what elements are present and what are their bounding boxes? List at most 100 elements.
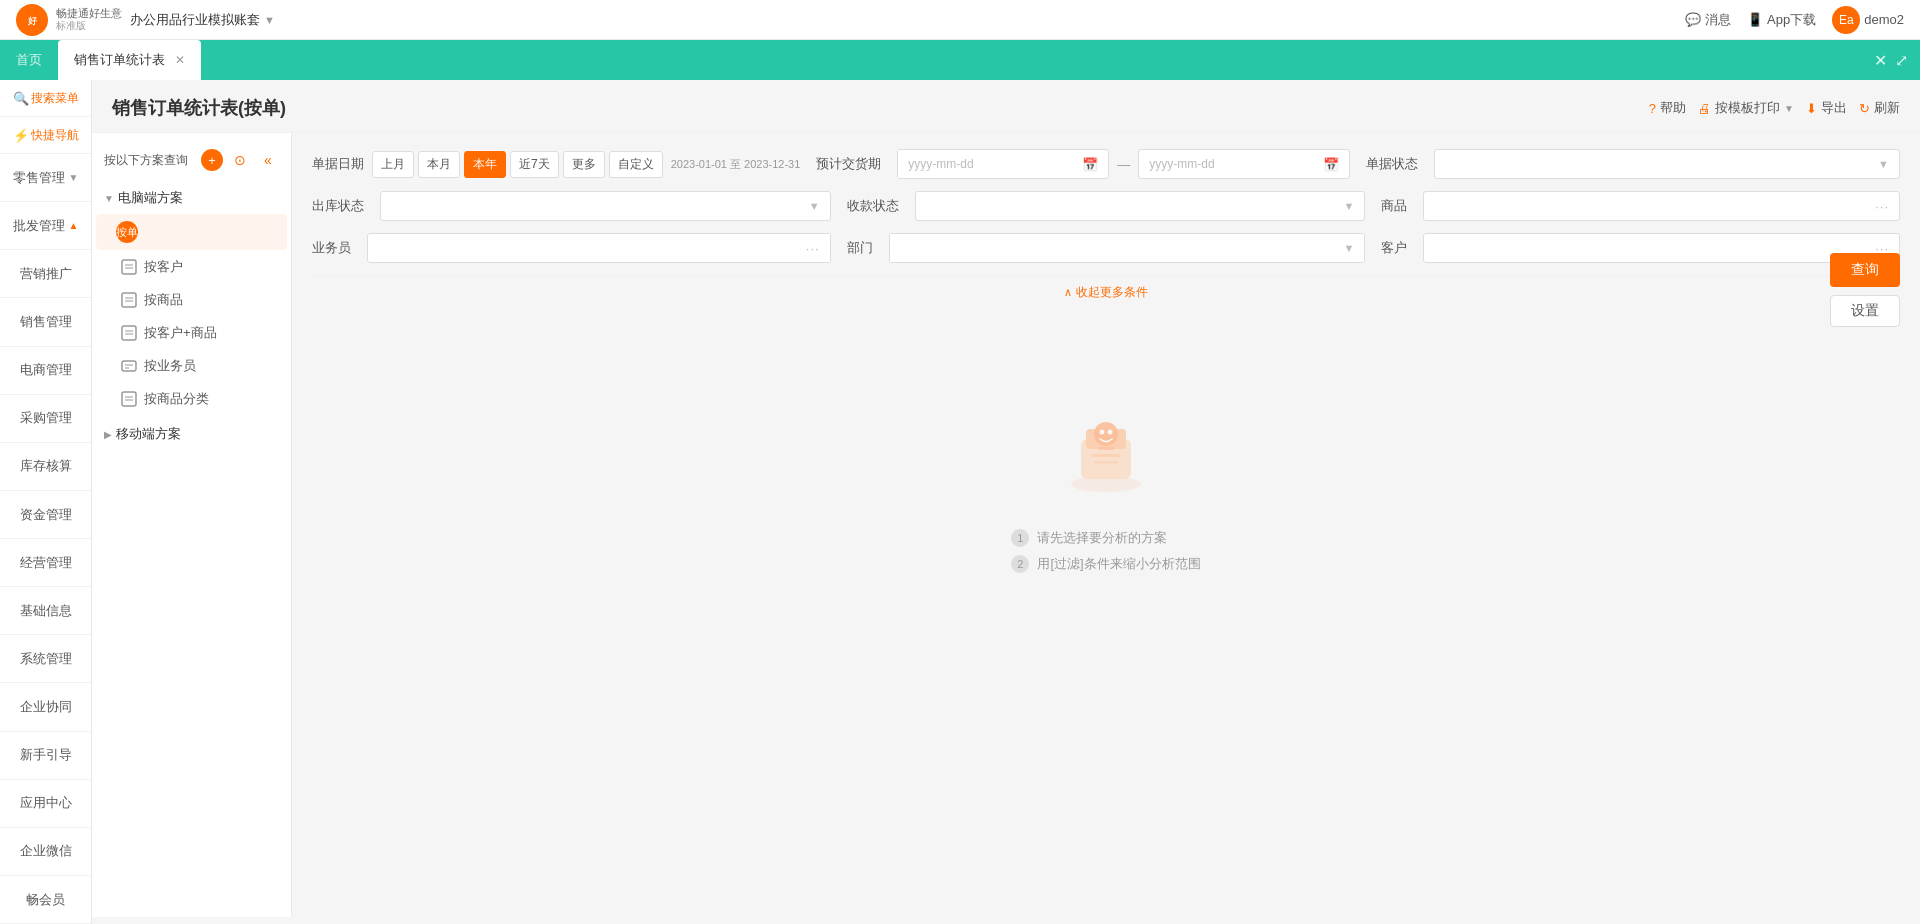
empty-tip-1: 1 请先选择要分析的方案 <box>1011 529 1200 547</box>
collapse-bar[interactable]: ∧ 收起更多条件 <box>312 275 1900 309</box>
empty-tips: 1 请先选择要分析的方案 2 用[过滤]条件来缩小分析范围 <box>1011 529 1200 573</box>
sidebar-item-app-center[interactable]: 应用中心 <box>0 780 91 828</box>
sidebar-item-enterprise-wechat[interactable]: 企业微信 <box>0 828 91 876</box>
receipt-status-label: 收款状态 <box>847 197 899 215</box>
sidebar-item-member[interactable]: 畅会员 <box>0 876 91 924</box>
salesperson-more-icon: ··· <box>806 241 820 256</box>
sidebar-item-operation[interactable]: 经营管理 <box>0 539 91 587</box>
page-header: 销售订单统计表(按单) ? 帮助 🖨 按模板打印 ▼ ⬇ 导出 ↻ 刷新 <box>92 80 1920 133</box>
solution-item-by-category[interactable]: 按商品分类 <box>96 383 287 415</box>
solution-item-by-goods[interactable]: 按商品 <box>96 284 287 316</box>
tab-minimize-icon[interactable]: ✕ <box>1874 51 1887 70</box>
more-btn[interactable]: 更多 <box>563 151 605 178</box>
svg-rect-2 <box>122 260 136 274</box>
sidebar-item-basic[interactable]: 基础信息 <box>0 587 91 635</box>
collapse-label: 收起更多条件 <box>1076 284 1148 301</box>
sidebar-nav[interactable]: ⚡ 快捷导航 <box>0 117 91 154</box>
sidebar-item-wholesale[interactable]: 批发管理 ▲ <box>0 202 91 250</box>
custom-btn[interactable]: 自定义 <box>609 151 663 178</box>
sidebar-item-marketing[interactable]: 营销推广 <box>0 250 91 298</box>
date-separator: — <box>1117 157 1130 172</box>
department-input[interactable]: ▼ <box>889 233 1366 263</box>
sidebar-item-enterprise[interactable]: 企业协同 <box>0 683 91 731</box>
department-arrow-icon: ▼ <box>1343 242 1354 254</box>
svg-point-21 <box>1100 430 1105 435</box>
solution-group-header-pc[interactable]: ▼ 电脑端方案 <box>92 183 291 213</box>
sidebar-item-purchase[interactable]: 采购管理 <box>0 395 91 443</box>
expected-delivery-label: 预计交货期 <box>816 155 881 173</box>
customer-icon <box>120 258 138 276</box>
sidebar-item-retail[interactable]: 零售管理 ▼ <box>0 154 91 202</box>
sidebar-item-sales[interactable]: 销售管理 <box>0 298 91 346</box>
sidebar-item-ecommerce[interactable]: 电商管理 <box>0 347 91 395</box>
chevron-up-icon: ▲ <box>69 220 79 231</box>
tab-home[interactable]: 首页 <box>0 40 58 80</box>
help-icon: ? <box>1649 101 1656 116</box>
refresh-button[interactable]: ↻ 刷新 <box>1859 99 1900 117</box>
app-download-button[interactable]: 📱 App下载 <box>1747 11 1816 29</box>
add-solution-button[interactable]: + <box>201 149 223 171</box>
solution-item-by-order[interactable]: 按单 <box>96 214 287 250</box>
delivery-end-placeholder: yyyy-mm-dd <box>1149 157 1214 171</box>
left-panel-icons: + ⊙ « <box>201 149 279 171</box>
tab-home-label: 首页 <box>16 51 42 69</box>
svg-point-20 <box>1094 422 1118 446</box>
out-status-input[interactable]: ▼ <box>380 191 831 221</box>
solution-group-mobile: ▶ 移动端方案 <box>92 419 291 449</box>
out-status-arrow-icon: ▼ <box>809 200 820 212</box>
empty-tip-2: 2 用[过滤]条件来缩小分析范围 <box>1011 555 1200 573</box>
sidebar-item-finance[interactable]: 资金管理 <box>0 491 91 539</box>
export-button[interactable]: ⬇ 导出 <box>1806 99 1847 117</box>
filter-row-3: 业务员 ··· 部门 ▼ 客户 <box>312 233 1900 263</box>
edit-solution-button[interactable]: ⊙ <box>229 149 251 171</box>
nav-icon: ⚡ <box>13 128 29 143</box>
delivery-date-start-input[interactable]: yyyy-mm-dd 📅 <box>897 149 1109 179</box>
salesperson-input[interactable]: ··· <box>367 233 831 263</box>
date-buttons-group: 上月 本月 本年 近7天 更多 自定义 <box>372 151 663 178</box>
tab-bar-actions: ✕ ⤢ <box>1874 51 1920 70</box>
svg-rect-5 <box>122 293 136 307</box>
avatar: Ea <box>1832 6 1860 34</box>
delivery-date-end-input[interactable]: yyyy-mm-dd 📅 <box>1138 149 1350 179</box>
empty-state: 1 请先选择要分析的方案 2 用[过滤]条件来缩小分析范围 <box>312 309 1900 653</box>
tab-close-button[interactable]: ✕ <box>175 53 185 67</box>
last-month-btn[interactable]: 上月 <box>372 151 414 178</box>
app-name: 畅捷通好生意 标准版 <box>56 7 122 32</box>
goods-more-icon: ··· <box>1875 199 1889 214</box>
app-logo: 好 <box>16 4 48 36</box>
search-icon: 🔍 <box>13 91 29 106</box>
solution-group-header-mobile[interactable]: ▶ 移动端方案 <box>92 419 291 449</box>
this-month-btn[interactable]: 本月 <box>418 151 460 178</box>
sidebar-item-newbie[interactable]: 新手引导 <box>0 732 91 780</box>
tab-maximize-icon[interactable]: ⤢ <box>1895 51 1908 70</box>
collapse-panel-button[interactable]: « <box>257 149 279 171</box>
setting-button[interactable]: 设置 <box>1830 295 1900 327</box>
breadcrumb[interactable]: 办公用品行业模拟账套 ▼ <box>130 11 275 29</box>
svg-rect-24 <box>1091 454 1121 457</box>
last7days-btn[interactable]: 近7天 <box>510 151 559 178</box>
customer-input[interactable]: ··· <box>1423 233 1900 263</box>
salesperson-label: 业务员 <box>312 239 351 257</box>
filter-row-2: 出库状态 ▼ 收款状态 ▼ 商品 <box>312 191 1900 221</box>
svg-rect-14 <box>122 392 136 406</box>
user-avatar-area[interactable]: Ea demo2 <box>1832 6 1904 34</box>
template-print-button[interactable]: 🖨 按模板打印 ▼ <box>1698 99 1794 117</box>
solution-item-by-customer-goods[interactable]: 按客户+商品 <box>96 317 287 349</box>
sidebar-search[interactable]: 🔍 搜索菜单 <box>0 80 91 117</box>
message-button[interactable]: 💬 消息 <box>1685 11 1731 29</box>
sidebar-item-system[interactable]: 系统管理 <box>0 635 91 683</box>
sidebar-item-inventory[interactable]: 库存核算 <box>0 443 91 491</box>
help-button[interactable]: ? 帮助 <box>1649 99 1686 117</box>
tab-sales-order-stat[interactable]: 销售订单统计表 ✕ <box>58 40 201 80</box>
collapse-arrow-icon: ∧ <box>1064 286 1072 299</box>
top-bar-left: 好 畅捷通好生意 标准版 办公用品行业模拟账套 ▼ <box>16 4 275 36</box>
solution-item-by-salesperson[interactable]: 按业务员 <box>96 350 287 382</box>
query-button[interactable]: 查询 <box>1830 253 1900 287</box>
solution-item-by-customer[interactable]: 按客户 <box>96 251 287 283</box>
single-status-input[interactable]: ▼ <box>1434 149 1900 179</box>
receipt-status-input[interactable]: ▼ <box>915 191 1366 221</box>
goods-input[interactable]: ··· <box>1423 191 1900 221</box>
solution-group-label: 电脑端方案 <box>118 189 183 207</box>
category-icon <box>120 390 138 408</box>
this-year-btn[interactable]: 本年 <box>464 151 506 178</box>
